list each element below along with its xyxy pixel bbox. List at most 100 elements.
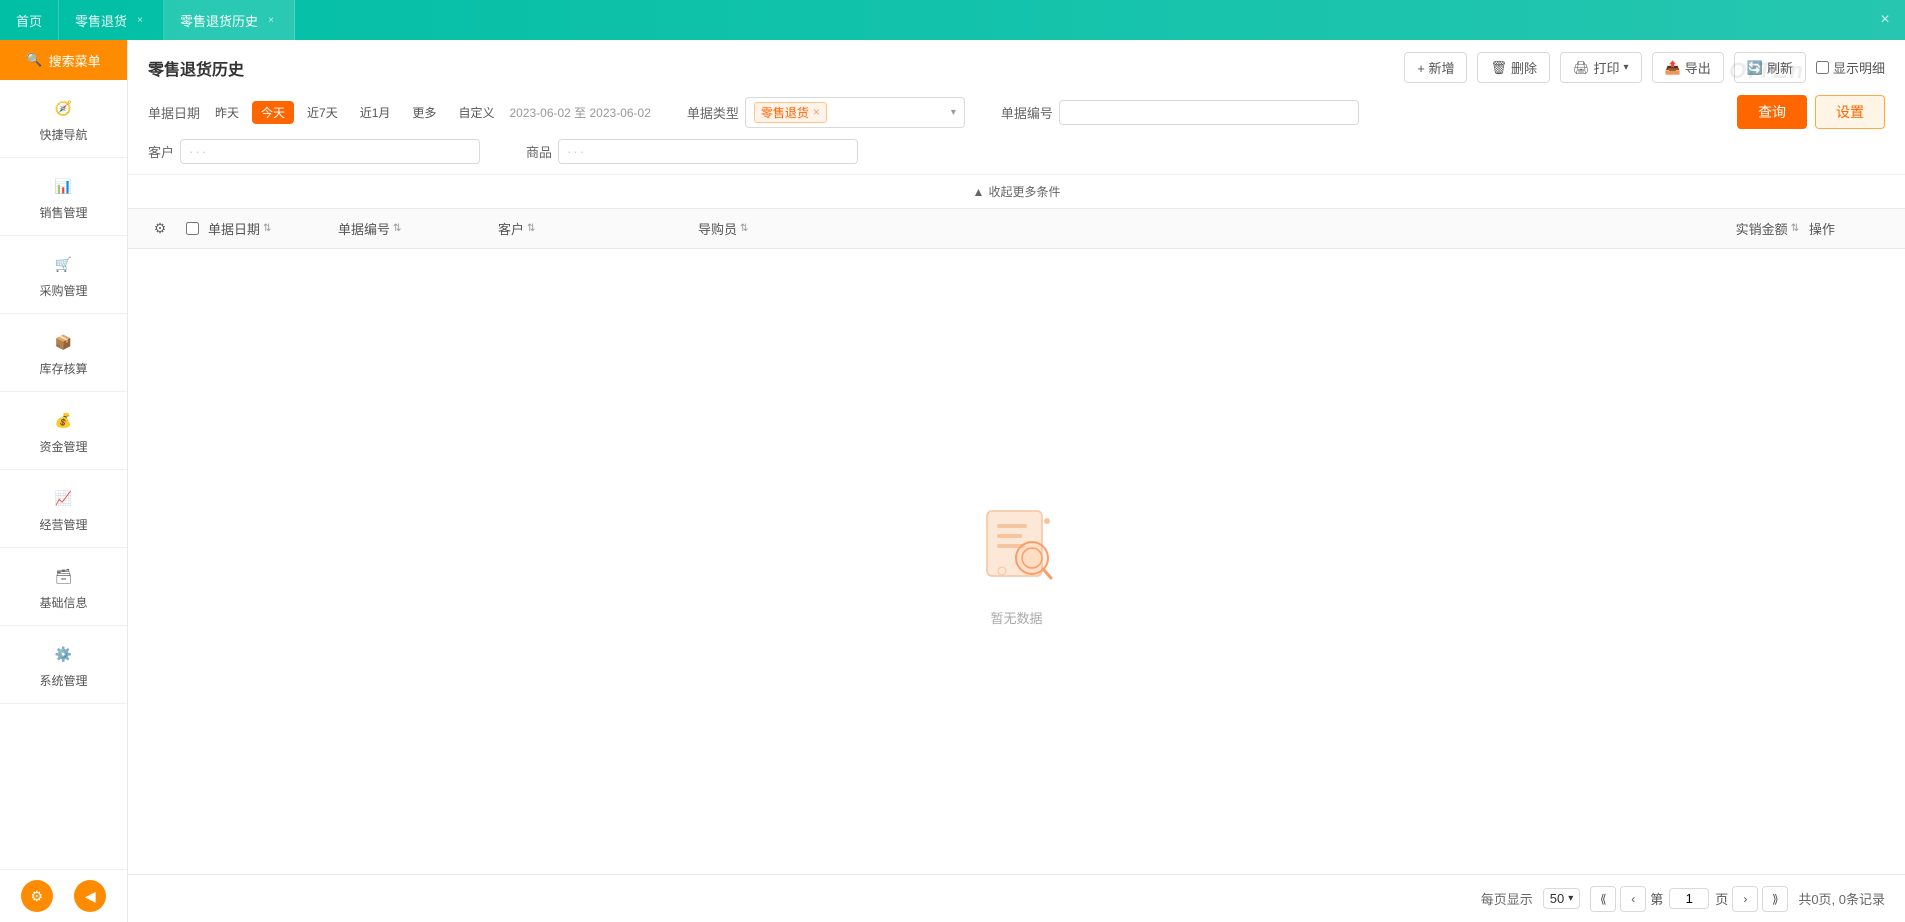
type-tag-close[interactable]: × xyxy=(813,105,820,119)
export-button[interactable]: 📤 导出 xyxy=(1652,52,1724,83)
column-settings-button[interactable]: ⚙ xyxy=(144,220,176,237)
finance-icon: 💰 xyxy=(50,406,78,434)
th-amount-label: 实销金额 xyxy=(1736,219,1788,238)
empty-text: 暂无数据 xyxy=(990,608,1042,627)
sidebar-item-system[interactable]: ⚙️ 系统管理 xyxy=(0,626,127,704)
type-tag[interactable]: 零售退货 × xyxy=(754,102,827,123)
header-checkbox[interactable] xyxy=(186,222,199,235)
date-btn-7days[interactable]: 近7天 xyxy=(298,101,347,124)
date-btn-1month[interactable]: 近1月 xyxy=(351,101,400,124)
date-range-display: 2023-06-02 至 2023-06-02 xyxy=(509,104,650,121)
page-label-prefix: 第 xyxy=(1650,889,1663,908)
page-header: 零售退货历史 + 新增 🗑 删除 🖨 打印 ▾ 📤 导出 xyxy=(128,40,1905,209)
tab-home[interactable]: 首页 xyxy=(0,0,59,40)
base-info-icon: 🗃 xyxy=(50,562,78,590)
window-close-button[interactable]: × xyxy=(1865,0,1905,40)
settings-query-button[interactable]: 设置 xyxy=(1815,95,1885,129)
sidebar-search[interactable]: 🔍 搜索菜单 xyxy=(0,40,127,80)
type-select-arrow: ▾ xyxy=(951,107,956,118)
goods-filter: 商品 ··· xyxy=(526,139,858,164)
date-btn-custom[interactable]: 自定义 xyxy=(449,101,503,124)
page-size-arrow: ▾ xyxy=(1568,893,1573,904)
sidebar-settings-button[interactable]: ⚙ xyxy=(21,880,53,912)
prev-page-button[interactable]: ‹ xyxy=(1620,886,1646,912)
filter-row-2: 客户 ··· 商品 ··· xyxy=(148,139,1885,164)
collapse-filters-button[interactable]: ▲ 收起更多条件 xyxy=(128,174,1905,208)
refresh-button[interactable]: 🔄 刷新 xyxy=(1734,52,1806,83)
last-page-button[interactable]: ⟫ xyxy=(1762,886,1788,912)
display-detail-checkbox[interactable] xyxy=(1816,61,1829,74)
type-select[interactable]: 零售退货 × ▾ xyxy=(745,97,965,128)
main-layout: 🔍 搜索菜单 🧭 快捷导航 📊 销售管理 🛒 采购管理 📦 库存核算 💰 资金管… xyxy=(0,40,1905,922)
number-filter-label: 单据编号 xyxy=(1001,103,1053,122)
goods-select[interactable]: ··· xyxy=(558,139,858,164)
sidebar-search-label: 搜索菜单 xyxy=(49,51,101,70)
date-btn-today[interactable]: 今天 xyxy=(252,101,294,124)
sidebar-item-inventory-label: 库存核算 xyxy=(39,360,87,377)
th-date[interactable]: 单据日期 ⇅ xyxy=(208,219,338,238)
sidebar-item-system-label: 系统管理 xyxy=(39,672,87,689)
export-icon: 📤 xyxy=(1665,60,1681,76)
sidebar-item-quick-nav[interactable]: 🧭 快捷导航 xyxy=(0,80,127,158)
top-bar: 首页 零售退货 × 零售退货历史 × × xyxy=(0,0,1905,40)
main-content: 零售退货历史 + 新增 🗑 删除 🖨 打印 ▾ 📤 导出 xyxy=(128,40,1905,922)
top-tabs: 首页 零售退货 × 零售退货历史 × xyxy=(0,0,1865,40)
th-guide[interactable]: 导购员 ⇅ xyxy=(698,219,858,238)
pagination: 每页显示 50 ▾ ⟪ ‹ 第 页 › ⟫ 共0页, 0条记录 xyxy=(128,874,1905,922)
filter-row-1: 单据日期 昨天 今天 近7天 近1月 更多 自定义 2023-06-02 至 2… xyxy=(148,95,1885,129)
customer-placeholder: ··· xyxy=(189,144,208,159)
th-amount[interactable]: 实销金额 ⇅ xyxy=(1679,219,1799,238)
tab-retail-return-history-label: 零售退货历史 xyxy=(180,11,258,30)
customer-filter: 客户 ··· xyxy=(148,139,480,164)
next-page-button[interactable]: › xyxy=(1732,886,1758,912)
date-btn-yesterday[interactable]: 昨天 xyxy=(206,101,248,124)
sidebar-item-quick-nav-label: 快捷导航 xyxy=(39,126,87,143)
delete-button[interactable]: 🗑 删除 xyxy=(1477,52,1550,83)
page-size-select[interactable]: 50 ▾ xyxy=(1543,888,1581,909)
sidebar-item-operations[interactable]: 📈 经营管理 xyxy=(0,470,127,548)
goods-filter-label: 商品 xyxy=(526,142,552,161)
first-page-button[interactable]: ⟪ xyxy=(1590,886,1616,912)
inventory-icon: 📦 xyxy=(50,328,78,356)
page-input: 第 页 xyxy=(1650,888,1728,909)
tab-retail-return-close[interactable]: × xyxy=(133,13,147,27)
operations-icon: 📈 xyxy=(50,484,78,512)
page-title: 零售退货历史 xyxy=(148,56,244,80)
purchase-icon: 🛒 xyxy=(50,250,78,278)
page-size-value: 50 xyxy=(1550,891,1564,906)
amount-sort-icon: ⇅ xyxy=(1791,223,1799,234)
quick-nav-icon: 🧭 xyxy=(50,94,78,122)
select-all-checkbox[interactable] xyxy=(176,222,208,235)
query-button[interactable]: 查询 xyxy=(1737,95,1807,129)
table-area: ⚙ 单据日期 ⇅ 单据编号 ⇅ 客户 ⇅ 导购员 ⇅ xyxy=(128,209,1905,922)
date-btn-more[interactable]: 更多 xyxy=(403,101,445,124)
sidebar-item-sales[interactable]: 📊 销售管理 xyxy=(0,158,127,236)
th-customer[interactable]: 客户 ⇅ xyxy=(498,219,698,238)
number-input[interactable] xyxy=(1059,100,1359,125)
empty-state: 暂无数据 xyxy=(128,249,1905,874)
new-button[interactable]: + 新增 xyxy=(1404,52,1467,83)
customer-select[interactable]: ··· xyxy=(180,139,480,164)
th-no[interactable]: 单据编号 ⇅ xyxy=(338,219,498,238)
tab-retail-return-history-close[interactable]: × xyxy=(264,13,278,27)
th-date-label: 单据日期 xyxy=(208,219,260,238)
tab-retail-return-label: 零售退货 xyxy=(75,11,127,30)
th-no-label: 单据编号 xyxy=(338,219,390,238)
tab-retail-return-history[interactable]: 零售退货历史 × xyxy=(164,0,295,40)
sidebar-toggle-button[interactable]: ◀ xyxy=(74,880,106,912)
page-number-input[interactable] xyxy=(1669,888,1709,909)
sidebar-item-inventory[interactable]: 📦 库存核算 xyxy=(0,314,127,392)
delete-icon: 🗑 xyxy=(1490,60,1507,76)
th-action: 操作 xyxy=(1809,219,1889,238)
sidebar-bottom: ⚙ ◀ xyxy=(0,869,127,922)
sidebar-item-purchase[interactable]: 🛒 采购管理 xyxy=(0,236,127,314)
tab-retail-return[interactable]: 零售退货 × xyxy=(59,0,164,40)
sidebar-item-base-info[interactable]: 🗃 基础信息 xyxy=(0,548,127,626)
goods-placeholder: ··· xyxy=(567,144,586,159)
sidebar-item-operations-label: 经营管理 xyxy=(39,516,87,533)
sidebar-item-finance[interactable]: 💰 资金管理 xyxy=(0,392,127,470)
th-guide-label: 导购员 xyxy=(698,219,737,238)
print-button[interactable]: 🖨 打印 ▾ xyxy=(1560,52,1642,83)
th-customer-label: 客户 xyxy=(498,219,524,238)
display-detail-toggle[interactable]: 显示明细 xyxy=(1816,58,1885,77)
